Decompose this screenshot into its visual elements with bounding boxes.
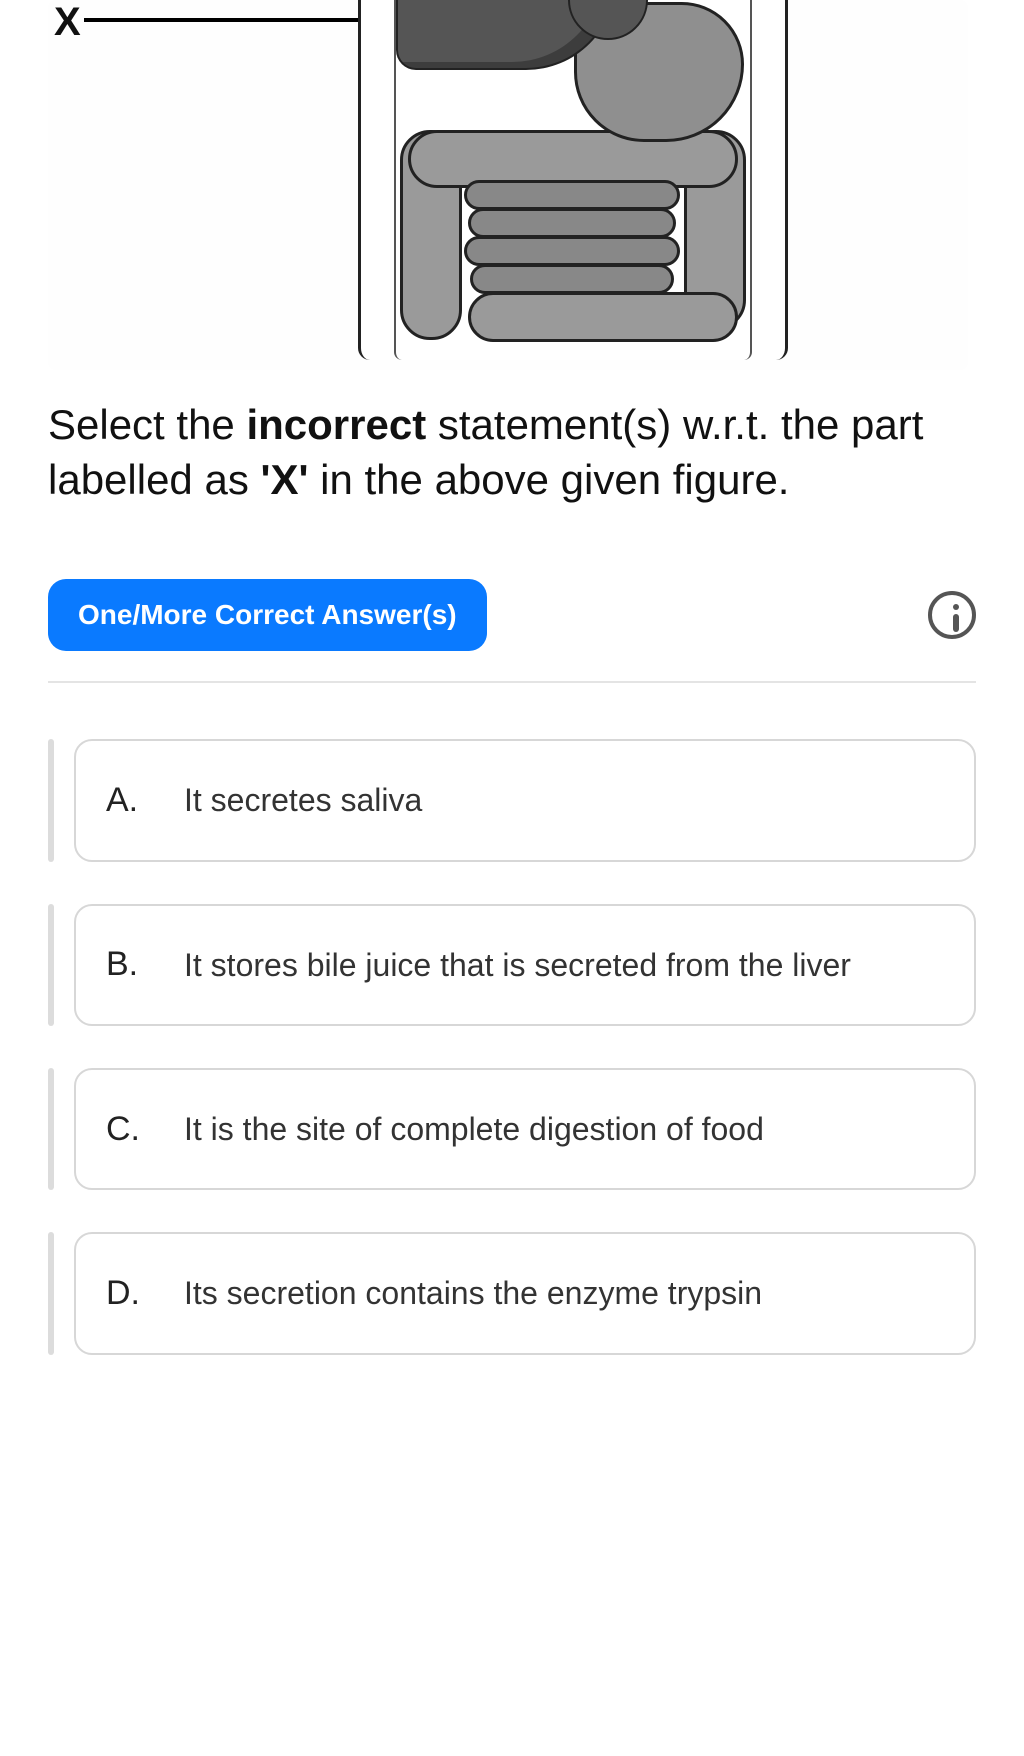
option-card: B. It stores bile juice that is secreted… (74, 904, 976, 1026)
si-loop-icon (464, 236, 680, 266)
divider (48, 681, 976, 683)
option-letter: A. (106, 781, 150, 820)
option-letter: D. (106, 1274, 150, 1313)
info-bar-icon (953, 614, 959, 632)
question-pre: Select the (48, 401, 246, 448)
option-letter: B. (106, 945, 150, 984)
info-dot-icon (953, 604, 959, 610)
option-b[interactable]: B. It stores bile juice that is secreted… (48, 904, 976, 1026)
question-figure: X (48, 0, 968, 370)
question-page: X Select the incorrect statement(s) w.r.… (0, 0, 1024, 1756)
option-card: D. Its secretion contains the enzyme try… (74, 1232, 976, 1354)
question-post: in the above given figure. (308, 456, 789, 503)
option-d[interactable]: D. Its secretion contains the enzyme try… (48, 1232, 976, 1354)
option-text: Its secretion contains the enzyme trypsi… (184, 1270, 762, 1316)
option-text: It is the site of complete digestion of … (184, 1106, 764, 1152)
option-indicator-bar (48, 739, 54, 861)
meta-row: One/More Correct Answer(s) (48, 579, 976, 651)
option-text: It secretes saliva (184, 777, 422, 823)
option-c[interactable]: C. It is the site of complete digestion … (48, 1068, 976, 1190)
option-card: C. It is the site of complete digestion … (74, 1068, 976, 1190)
answer-type-badge: One/More Correct Answer(s) (48, 579, 487, 651)
option-text: It stores bile juice that is secreted fr… (184, 942, 851, 988)
si-loop-icon (464, 180, 680, 210)
option-a[interactable]: A. It secretes saliva (48, 739, 976, 861)
figure-label-x: X (54, 0, 81, 45)
si-loop-icon (468, 208, 676, 238)
small-intestine-icon (464, 180, 680, 300)
question-text: Select the incorrect statement(s) w.r.t.… (48, 398, 958, 507)
option-indicator-bar (48, 1068, 54, 1190)
si-loop-icon (470, 264, 674, 294)
option-letter: C. (106, 1110, 150, 1149)
anatomy-diagram-icon (268, 0, 828, 370)
option-indicator-bar (48, 1232, 54, 1354)
question-x: 'X' (260, 456, 308, 503)
option-indicator-bar (48, 904, 54, 1026)
question-bold: incorrect (246, 401, 426, 448)
info-icon[interactable] (928, 591, 976, 639)
option-card: A. It secretes saliva (74, 739, 976, 861)
